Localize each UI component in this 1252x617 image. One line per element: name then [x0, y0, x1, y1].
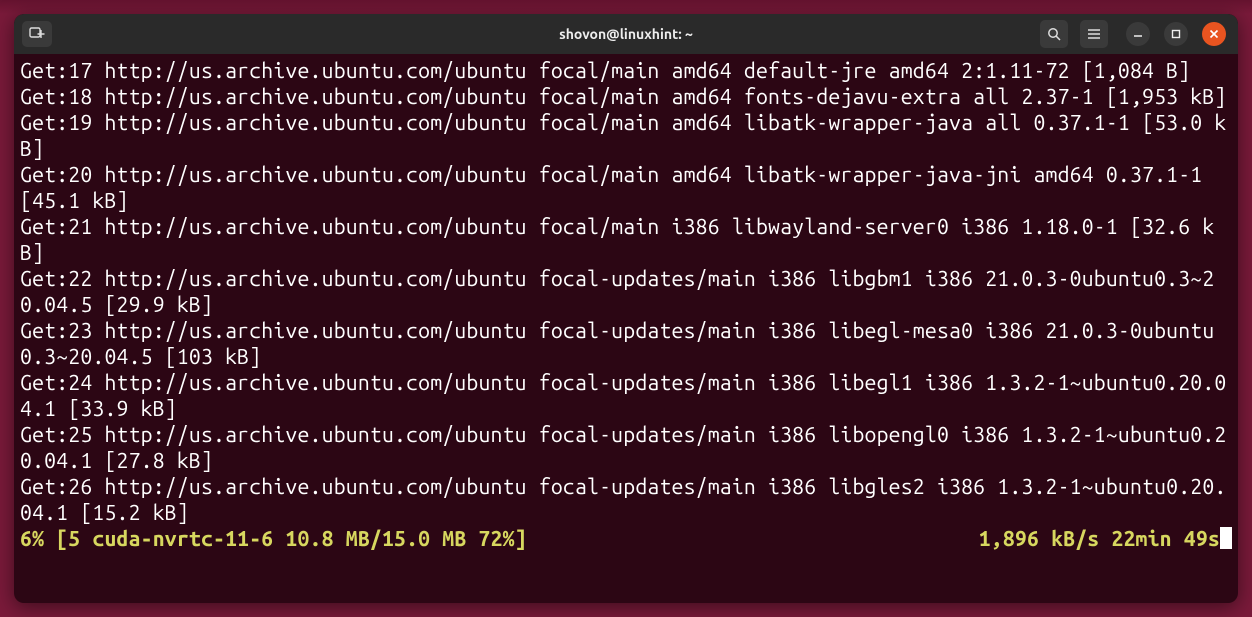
terminal-output[interactable]: Get:17 http://us.archive.ubuntu.com/ubun… — [14, 54, 1238, 603]
menu-button[interactable] — [1080, 20, 1108, 48]
output-line: Get:20 http://us.archive.ubuntu.com/ubun… — [20, 163, 1214, 213]
search-button[interactable] — [1040, 20, 1068, 48]
minimize-icon — [1133, 29, 1143, 39]
output-line: Get:22 http://us.archive.ubuntu.com/ubun… — [20, 267, 1214, 317]
output-line: Get:25 http://us.archive.ubuntu.com/ubun… — [20, 423, 1227, 473]
close-icon — [1209, 29, 1219, 39]
new-tab-icon — [29, 27, 45, 41]
minimize-button[interactable] — [1126, 22, 1150, 46]
output-line: Get:18 http://us.archive.ubuntu.com/ubun… — [20, 85, 1227, 109]
titlebar: shovon@linuxhint: ~ — [14, 14, 1238, 54]
output-line: Get:19 http://us.archive.ubuntu.com/ubun… — [20, 111, 1227, 161]
output-line: Get:23 http://us.archive.ubuntu.com/ubun… — [20, 319, 1214, 369]
search-icon — [1047, 27, 1061, 41]
maximize-icon — [1171, 29, 1181, 39]
output-line: Get:17 http://us.archive.ubuntu.com/ubun… — [20, 59, 1190, 83]
output-line: Get:21 http://us.archive.ubuntu.com/ubun… — [20, 215, 1214, 265]
close-button[interactable] — [1202, 22, 1226, 46]
window-title: shovon@linuxhint: ~ — [559, 26, 693, 42]
terminal-window: shovon@linuxhint: ~ Get:17 http://us. — [14, 14, 1238, 603]
new-tab-button[interactable] — [22, 21, 52, 47]
output-line: Get:24 http://us.archive.ubuntu.com/ubun… — [20, 371, 1227, 421]
progress-right: 1,896 kB/s 22min 49s — [979, 527, 1220, 551]
maximize-button[interactable] — [1164, 22, 1188, 46]
cursor — [1220, 527, 1232, 549]
output-line: Get:26 http://us.archive.ubuntu.com/ubun… — [20, 475, 1227, 525]
progress-left: 6% [5 cuda-nvrtc-11-6 10.8 MB/15.0 MB 72… — [20, 526, 527, 552]
apt-progress-line: 6% [5 cuda-nvrtc-11-6 10.8 MB/15.0 MB 72… — [20, 526, 1232, 552]
hamburger-icon — [1087, 28, 1101, 40]
